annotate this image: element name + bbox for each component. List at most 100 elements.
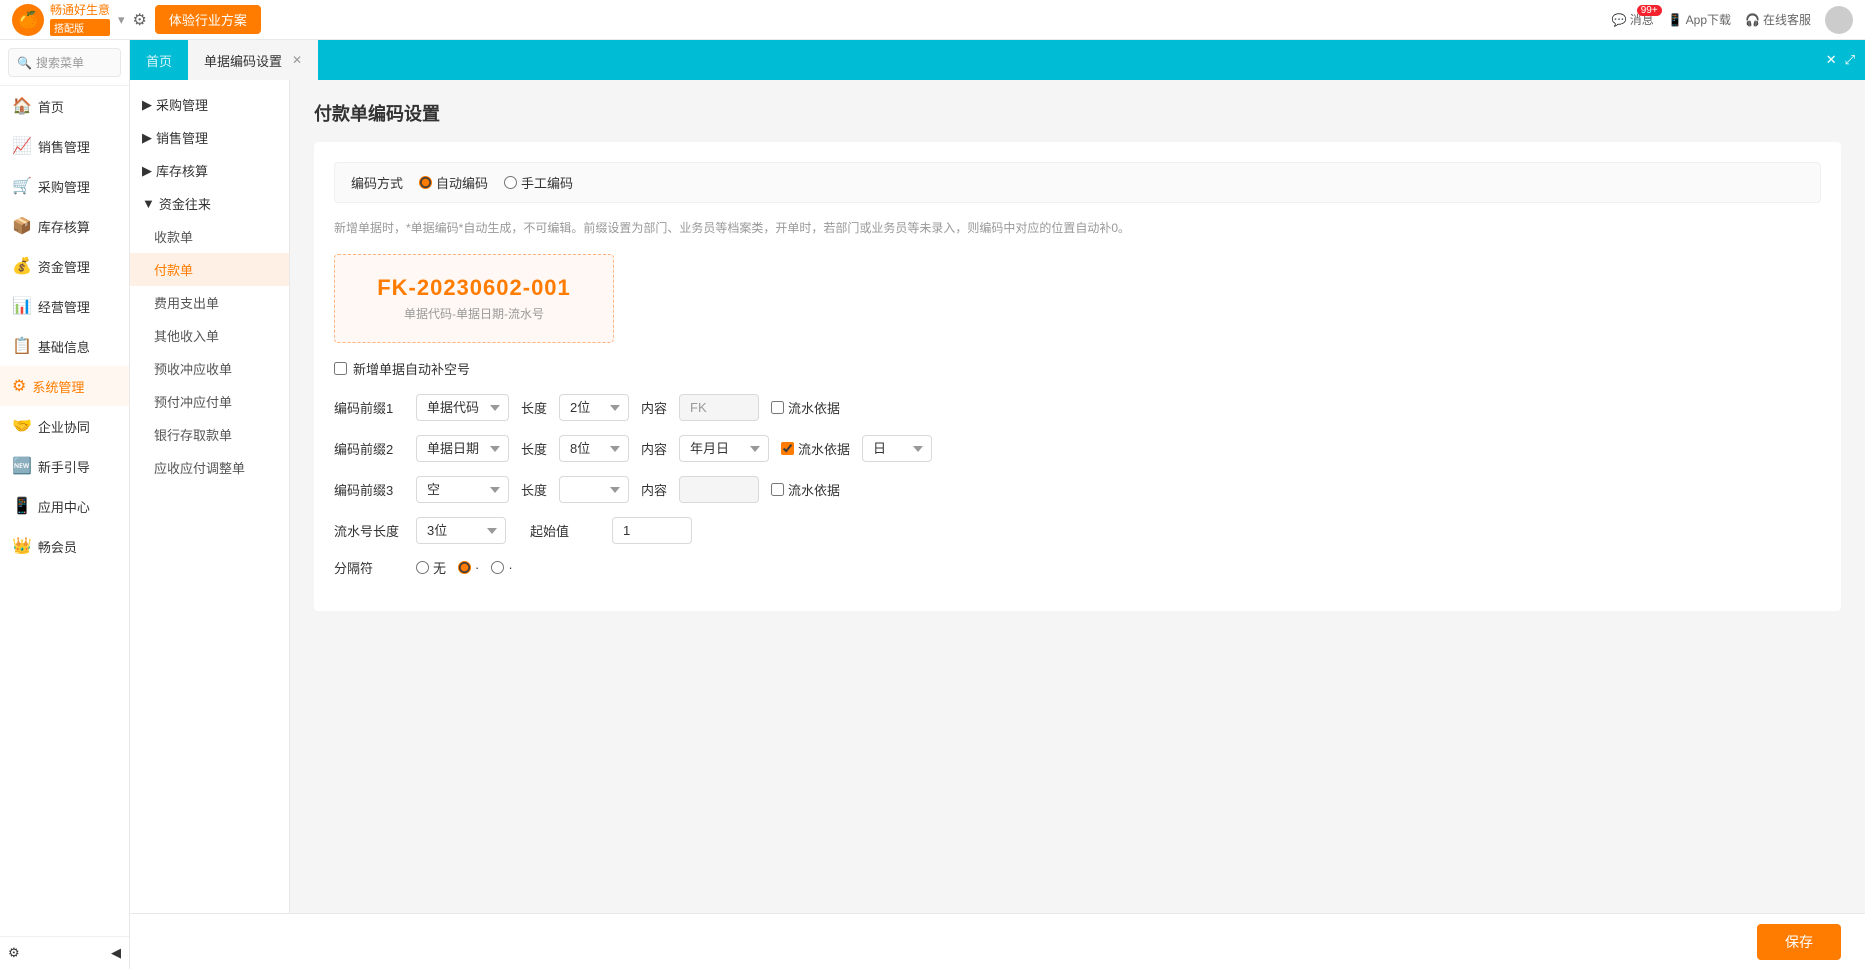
sidebar-collapse-icon[interactable]: ◀ bbox=[111, 945, 121, 961]
avatar[interactable] bbox=[1825, 6, 1853, 34]
separator-row: 分隔符 无 · · bbox=[334, 558, 1821, 577]
sidebar-item-finance[interactable]: 💰 资金管理 bbox=[0, 246, 129, 286]
encode-method-row: 编码方式 自动编码 手工编码 bbox=[334, 162, 1821, 203]
tab-expand-icon[interactable]: ⤢ bbox=[1845, 52, 1855, 68]
system-icon: ⚙ bbox=[12, 376, 26, 396]
industry-button[interactable]: 体验行业方案 bbox=[155, 5, 261, 34]
form-row-prefix2: 编码前缀2 单据日期 部门 业务员 空 长度 8位 4位 6位 bbox=[334, 435, 1821, 462]
sub-sidebar-leaf-receipt[interactable]: 收款单 bbox=[130, 220, 289, 253]
sub-sidebar-leaf-pre-payment[interactable]: 预付冲应付单 bbox=[130, 385, 289, 418]
sub-sidebar-leaf-pre-receipt[interactable]: 预收冲应收单 bbox=[130, 352, 289, 385]
sidebar-settings-icon[interactable]: ⚙ bbox=[8, 945, 20, 961]
sidebar-item-sales[interactable]: 📈 销售管理 bbox=[0, 126, 129, 166]
sub-sidebar-arrow-inventory: ▶ bbox=[142, 163, 152, 179]
prefix3-serial-checkbox[interactable]: 流水依据 bbox=[771, 480, 840, 499]
member-icon: 👑 bbox=[12, 536, 32, 556]
sidebar-bottom: ⚙ ◀ bbox=[0, 936, 129, 969]
manual-encode-option[interactable]: 手工编码 bbox=[504, 173, 573, 192]
bottom-bar: 保存 bbox=[130, 913, 1865, 969]
sidebar-item-home[interactable]: 🏠 首页 bbox=[0, 86, 129, 126]
form-row-prefix3: 编码前缀3 空 单据代码 部门 业务员 长度 内容 bbox=[334, 476, 1821, 503]
sub-sidebar-leaf-other-income[interactable]: 其他收入单 bbox=[130, 319, 289, 352]
prefix2-content-select[interactable]: 年月日 年月 年 月日 bbox=[679, 435, 769, 462]
search-icon: 🔍 bbox=[17, 56, 32, 70]
sub-sidebar-arrow-purchase: ▶ bbox=[142, 97, 152, 113]
settings-icon[interactable]: ⚙ bbox=[133, 10, 147, 30]
inventory-icon: 📦 bbox=[12, 216, 32, 236]
auto-encode-radio[interactable] bbox=[419, 176, 432, 189]
tab-close-all-icon[interactable]: ✕ bbox=[1826, 52, 1837, 68]
sub-sidebar-leaf-bank[interactable]: 银行存取款单 bbox=[130, 418, 289, 451]
sub-layout: ▶ 采购管理 ▶ 销售管理 ▶ 库存核算 bbox=[130, 80, 1865, 913]
prefix1-select[interactable]: 单据代码 部门 业务员 空 bbox=[416, 394, 509, 421]
tab-bar-right: ✕ ⤢ bbox=[1826, 52, 1865, 68]
tab-bar: 首页 单据编码设置 ✕ ✕ ⤢ bbox=[130, 40, 1865, 80]
logo-icon: 🍊 bbox=[12, 4, 44, 36]
info-text: 新增单据时，*单据编码*自动生成，不可编辑。前缀设置为部门、业务员等档案类，开单… bbox=[334, 219, 1821, 238]
sub-sidebar-group-sales: ▶ 销售管理 bbox=[130, 121, 289, 154]
sidebar: 🔍 搜索菜单 🏠 首页 📈 销售管理 🛒 采购管理 📦 库存核算 💰 资金管理 … bbox=[0, 40, 130, 969]
sep-hyphen-radio[interactable] bbox=[491, 561, 504, 574]
prefix2-length-select[interactable]: 8位 4位 6位 bbox=[559, 435, 629, 462]
prefix1-serial-checkbox[interactable]: 流水依据 bbox=[771, 398, 840, 417]
search-menu-button[interactable]: 🔍 搜索菜单 bbox=[8, 48, 121, 77]
preview-box: FK-20230602-001 单据代码-单据日期-流水号 bbox=[334, 254, 614, 343]
sidebar-item-member[interactable]: 👑 畅会员 bbox=[0, 526, 129, 566]
sidebar-item-inventory[interactable]: 📦 库存核算 bbox=[0, 206, 129, 246]
sub-sidebar-leaf-payment[interactable]: 付款单 bbox=[130, 253, 289, 286]
chevron-down-icon[interactable]: ▾ bbox=[118, 12, 125, 28]
basic-info-icon: 📋 bbox=[12, 336, 32, 356]
sep-dot-option[interactable]: · bbox=[458, 560, 479, 575]
app-download-button[interactable]: 📱 App下载 bbox=[1668, 11, 1731, 28]
sub-sidebar-header-sales[interactable]: ▶ 销售管理 bbox=[130, 121, 289, 154]
sub-sidebar-header-inventory[interactable]: ▶ 库存核算 bbox=[130, 154, 289, 187]
prefix1-serial-check[interactable] bbox=[771, 401, 784, 414]
sub-sidebar-group-purchase: ▶ 采购管理 bbox=[130, 88, 289, 121]
logo-text: 畅通好生意 搭配版 bbox=[50, 3, 110, 36]
sidebar-item-purchase[interactable]: 🛒 采购管理 bbox=[0, 166, 129, 206]
prefix3-length-select[interactable] bbox=[559, 476, 629, 503]
prefix2-serial-check[interactable] bbox=[781, 442, 794, 455]
auto-fill-checkbox[interactable] bbox=[334, 362, 347, 375]
prefix3-serial-check[interactable] bbox=[771, 483, 784, 496]
sidebar-item-apps[interactable]: 📱 应用中心 bbox=[0, 486, 129, 526]
sep-none-option[interactable]: 无 bbox=[416, 558, 446, 577]
start-value-input[interactable] bbox=[612, 517, 692, 544]
tab-encode-settings[interactable]: 单据编码设置 ✕ bbox=[188, 40, 318, 80]
prefix2-serial-unit-select[interactable]: 日 月 年 bbox=[862, 435, 932, 462]
tab-home[interactable]: 首页 bbox=[130, 40, 188, 80]
save-button[interactable]: 保存 bbox=[1757, 924, 1841, 960]
sidebar-item-operations[interactable]: 📊 经营管理 bbox=[0, 286, 129, 326]
top-bar: 🍊 畅通好生意 搭配版 ▾ ⚙ 体验行业方案 💬 消息 99+ 📱 App下载 … bbox=[0, 0, 1865, 40]
prefix3-select[interactable]: 空 单据代码 部门 业务员 bbox=[416, 476, 509, 503]
top-bar-left: 🍊 畅通好生意 搭配版 ▾ ⚙ 体验行业方案 bbox=[12, 3, 261, 36]
sidebar-item-system[interactable]: ⚙ 系统管理 bbox=[0, 366, 129, 406]
form-row-prefix1: 编码前缀1 单据代码 部门 业务员 空 长度 2位 3位 4位 bbox=[334, 394, 1821, 421]
enterprise-icon: 🤝 bbox=[12, 416, 32, 436]
prefix2-select[interactable]: 单据日期 部门 业务员 空 bbox=[416, 435, 509, 462]
manual-encode-radio[interactable] bbox=[504, 176, 517, 189]
serial-length-select[interactable]: 3位 4位 5位 bbox=[416, 517, 506, 544]
newbie-icon: 🆕 bbox=[12, 456, 32, 476]
sidebar-item-enterprise[interactable]: 🤝 企业协同 bbox=[0, 406, 129, 446]
preview-desc: 单据代码-单据日期-流水号 bbox=[359, 305, 589, 322]
top-bar-actions: ▾ ⚙ 体验行业方案 bbox=[118, 5, 261, 34]
tab-close-icon[interactable]: ✕ bbox=[292, 53, 302, 67]
prefix2-serial-checkbox[interactable]: 流水依据 bbox=[781, 439, 850, 458]
sep-hyphen-option[interactable]: · bbox=[491, 560, 512, 575]
sub-sidebar-header-funds[interactable]: ▼ 资金往来 bbox=[130, 187, 289, 220]
online-service-button[interactable]: 🎧 在线客服 bbox=[1745, 11, 1811, 28]
sub-sidebar-leaf-adjustment[interactable]: 应收应付调整单 bbox=[130, 451, 289, 484]
sidebar-item-basic-info[interactable]: 📋 基础信息 bbox=[0, 326, 129, 366]
prefix1-length-select[interactable]: 2位 3位 4位 bbox=[559, 394, 629, 421]
sub-sidebar-header-purchase[interactable]: ▶ 采购管理 bbox=[130, 88, 289, 121]
sidebar-item-newbie[interactable]: 🆕 新手引导 bbox=[0, 446, 129, 486]
sep-dot-radio[interactable] bbox=[458, 561, 471, 574]
message-button[interactable]: 💬 消息 99+ bbox=[1612, 11, 1654, 28]
apps-icon: 📱 bbox=[12, 496, 32, 516]
sub-sidebar-leaf-expense[interactable]: 费用支出单 bbox=[130, 286, 289, 319]
auto-encode-option[interactable]: 自动编码 bbox=[419, 173, 488, 192]
purchase-icon: 🛒 bbox=[12, 176, 32, 196]
sep-none-radio[interactable] bbox=[416, 561, 429, 574]
main-layout: 🔍 搜索菜单 🏠 首页 📈 销售管理 🛒 采购管理 📦 库存核算 💰 资金管理 … bbox=[0, 40, 1865, 969]
